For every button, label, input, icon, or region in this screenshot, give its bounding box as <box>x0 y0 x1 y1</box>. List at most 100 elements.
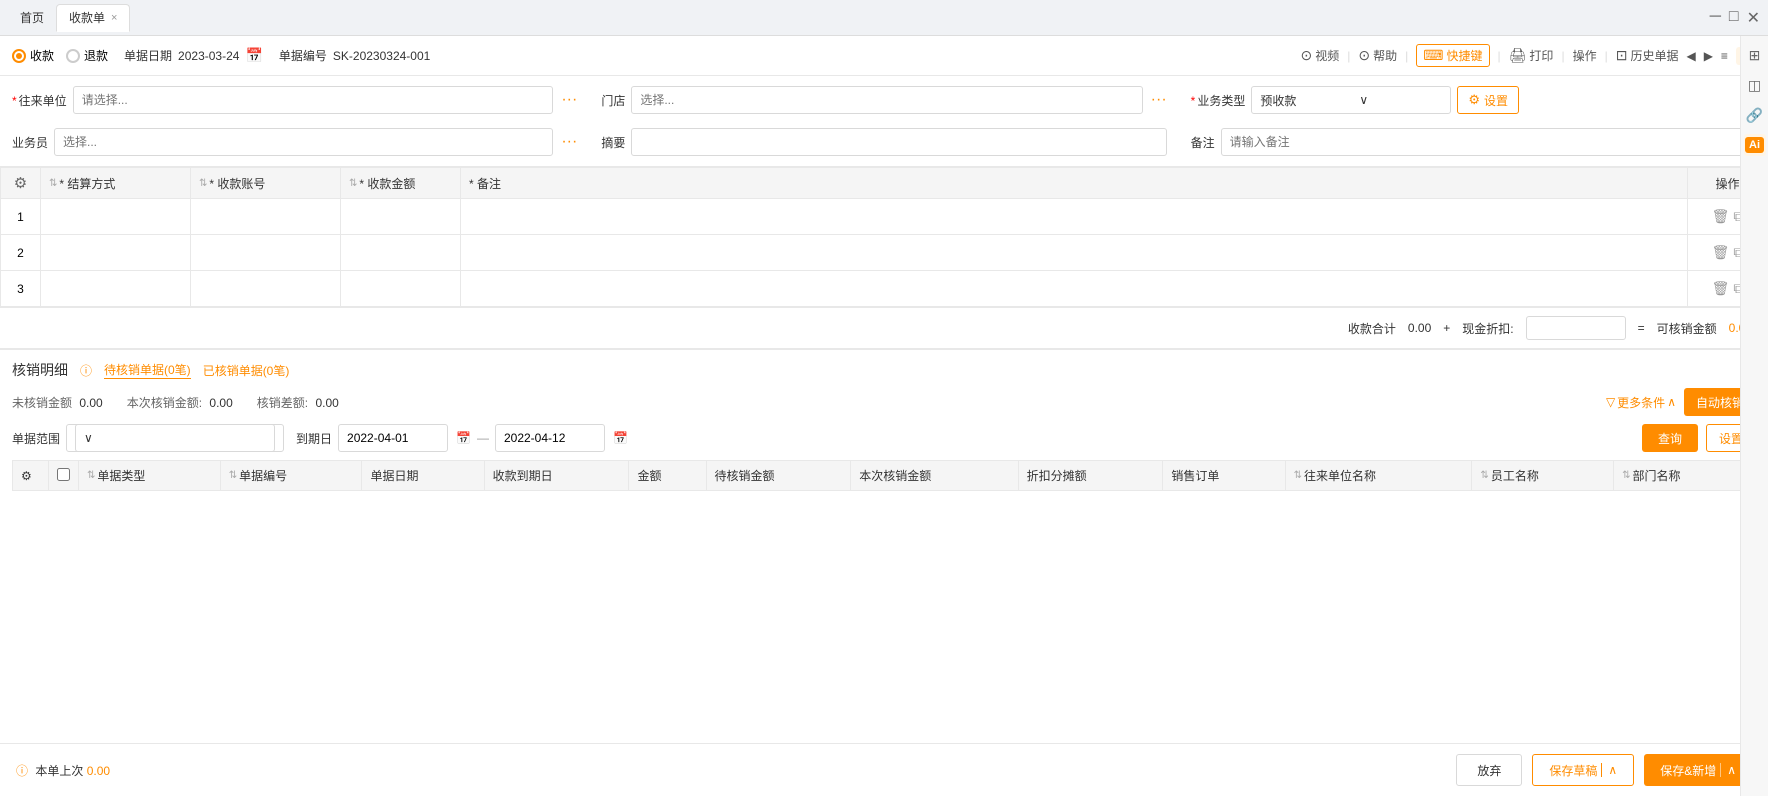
due-date-to-input[interactable] <box>495 424 605 452</box>
save-new-arrow-icon[interactable]: ∧ <box>1720 763 1736 777</box>
bottom-table-settings-icon[interactable]: ⚙ <box>21 469 32 483</box>
settlement-cell-2[interactable] <box>41 235 191 271</box>
window-minimize-icon[interactable]: ─ <box>1710 8 1721 28</box>
th-dept: ⇅ 部门名称 <box>1614 461 1756 491</box>
salesperson-more-icon[interactable]: ··· <box>561 133 577 151</box>
biz-type-select[interactable]: 预收款 ∨ <box>1251 86 1451 114</box>
toolbar: 收款 退款 单据日期 2023-03-24 📅 单据编号 SK-20230324… <box>0 36 1768 76</box>
tab-home[interactable]: 首页 <box>8 4 56 32</box>
receipt-radio[interactable]: 收款 <box>12 47 54 64</box>
shortcut-btn[interactable]: ⌨ 快捷键 <box>1416 44 1489 67</box>
delete-row-icon[interactable]: 🗑 <box>1712 244 1730 261</box>
pending-tab[interactable]: 待核销单据(0笔) <box>104 361 191 379</box>
remark-cell-1[interactable] <box>461 199 1688 235</box>
done-tab[interactable]: 已核销单据(0笔) <box>203 362 290 379</box>
doc-range-field: 单据范围 ∨ <box>12 424 284 452</box>
toolbar-right: ⊙ 视频 | ⊙ 帮助 | ⌨ 快捷键 | 🖨 打印 | 操作 | <box>1301 44 1756 67</box>
th-settlement: ⇅ * 结算方式 <box>41 168 191 199</box>
th-current: 本次核销金额 <box>851 461 1018 491</box>
doc-range-select[interactable]: ∨ <box>66 424 284 452</box>
abandon-button[interactable]: 放弃 <box>1456 754 1522 786</box>
tab-receipt[interactable]: 收款单 × <box>56 4 130 32</box>
window-close-icon[interactable]: ✕ <box>1747 8 1760 28</box>
panel-link-icon[interactable]: 🔗 <box>1744 104 1766 126</box>
th-remark: * 备注 <box>461 168 1688 199</box>
panel-table-icon[interactable]: ⊞ <box>1744 44 1766 66</box>
summary-input[interactable] <box>631 128 1166 156</box>
query-button[interactable]: 查询 <box>1642 424 1698 452</box>
settlement-cell-3[interactable] <box>41 271 191 307</box>
close-tab-icon[interactable]: × <box>111 12 117 24</box>
delete-row-icon[interactable]: 🗑 <box>1712 208 1730 225</box>
biz-type-field: *业务类型 预收款 ∨ ⚙ 设置 <box>1191 86 1756 114</box>
account-cell-1[interactable] <box>191 199 341 235</box>
table-row: 2 🗑 ⧉ <box>1 235 1768 271</box>
info-circle-icon: ⓘ <box>16 764 28 778</box>
help-btn[interactable]: ⊙ 帮助 <box>1358 47 1397 64</box>
th-pending: 待核销金额 <box>706 461 851 491</box>
panel-layout-icon[interactable]: ◫ <box>1744 74 1766 96</box>
save-draft-arrow-icon[interactable]: ∧ <box>1601 763 1617 777</box>
info-icon[interactable]: ⓘ <box>80 362 92 379</box>
list-view-btn[interactable]: ≡ <box>1721 49 1728 63</box>
bottom-table: ⚙ ⇅ 单据类型 ⇅ <box>12 460 1756 491</box>
prev-btn[interactable]: ◀ <box>1686 49 1695 63</box>
more-conditions-btn[interactable]: ▽ 更多条件 ∧ <box>1606 388 1676 416</box>
summary-row: 收款合计 0.00 + 现金折扣: = 可核销金额 0.00 <box>0 307 1768 348</box>
amount-cell-3[interactable] <box>341 271 461 307</box>
account-cell-3[interactable] <box>191 271 341 307</box>
settings-button[interactable]: ⚙ 设置 <box>1457 86 1519 114</box>
store-input[interactable] <box>631 86 1142 114</box>
form-row-2: 业务员 ··· 摘要 备注 <box>12 128 1756 156</box>
select-all-checkbox[interactable] <box>57 468 70 481</box>
due-date-from-input[interactable] <box>338 424 448 452</box>
sort-icon: ⇅ <box>87 470 95 481</box>
video-btn[interactable]: ⊙ 视频 <box>1301 47 1340 64</box>
partner-input[interactable] <box>73 86 554 114</box>
bottom-table-section: ⚙ ⇅ 单据类型 ⇅ <box>12 460 1756 491</box>
calendar-icon[interactable]: 📅 <box>245 47 262 64</box>
sort-icon: ⇅ <box>229 470 237 481</box>
amount-cell-2[interactable] <box>341 235 461 271</box>
chevron-up-icon: ∧ <box>1667 395 1676 409</box>
receipt-table: ⚙ ⇅ * 结算方式 ⇅ * 收款账号 <box>0 167 1768 307</box>
table-settings-icon[interactable]: ⚙ <box>14 175 27 192</box>
delete-row-icon[interactable]: 🗑 <box>1712 280 1730 297</box>
save-draft-button[interactable]: 保存草稿 ∧ <box>1532 754 1634 786</box>
discount-input[interactable] <box>1526 316 1626 340</box>
panel-ai-icon[interactable]: Ai <box>1744 134 1766 156</box>
settlement-cell-1[interactable] <box>41 199 191 235</box>
verification-section: 核销明细 ⓘ 待核销单据(0笔) 已核销单据(0笔) 未核销金额 0.00 本次… <box>0 348 1768 743</box>
calendar-to-icon[interactable]: 📅 <box>613 431 628 445</box>
account-cell-2[interactable] <box>191 235 341 271</box>
remark-cell-2[interactable] <box>461 235 1688 271</box>
save-new-button[interactable]: 保存&新增 ∧ <box>1644 754 1752 786</box>
current-verify-label: 本次核销金额: 0.00 <box>127 394 233 411</box>
footer: ⓘ 本单上次 0.00 放弃 保存草稿 ∧ 保存&新增 ∧ <box>0 743 1768 796</box>
store-more-icon[interactable]: ··· <box>1151 91 1167 109</box>
th-checkbox[interactable] <box>49 461 79 491</box>
verification-filters: 单据范围 ∨ 到期日 📅 — 📅 查询 设置 <box>12 424 1756 452</box>
window-restore-icon[interactable]: □ <box>1729 8 1739 28</box>
video-icon: ⊙ <box>1301 47 1313 64</box>
print-btn[interactable]: 🖨 打印 <box>1509 47 1554 64</box>
doc-range-arrow-icon: ∨ <box>75 424 275 452</box>
th-setting[interactable]: ⚙ <box>13 461 49 491</box>
refund-radio[interactable]: 退款 <box>66 47 108 64</box>
calendar-from-icon[interactable]: 📅 <box>456 431 471 445</box>
sort-icon: ⇅ <box>349 178 357 189</box>
sort-icon: ⇅ <box>1294 470 1302 481</box>
salesperson-input[interactable] <box>54 128 553 156</box>
operation-btn[interactable]: 操作 <box>1573 47 1597 64</box>
remark-input[interactable] <box>1221 128 1756 156</box>
remark-cell-3[interactable] <box>461 271 1688 307</box>
print-icon: 🖨 <box>1509 47 1527 64</box>
th-amount: 金额 <box>629 461 706 491</box>
th-setting[interactable]: ⚙ <box>1 168 41 199</box>
partner-more-icon[interactable]: ··· <box>561 91 577 109</box>
history-btn[interactable]: ⊡ 历史单据 <box>1616 47 1679 64</box>
amount-cell-1[interactable] <box>341 199 461 235</box>
salesperson-field: 业务员 ··· <box>12 128 577 156</box>
history-icon: ⊡ <box>1616 47 1628 64</box>
next-btn[interactable]: ▶ <box>1704 49 1713 63</box>
